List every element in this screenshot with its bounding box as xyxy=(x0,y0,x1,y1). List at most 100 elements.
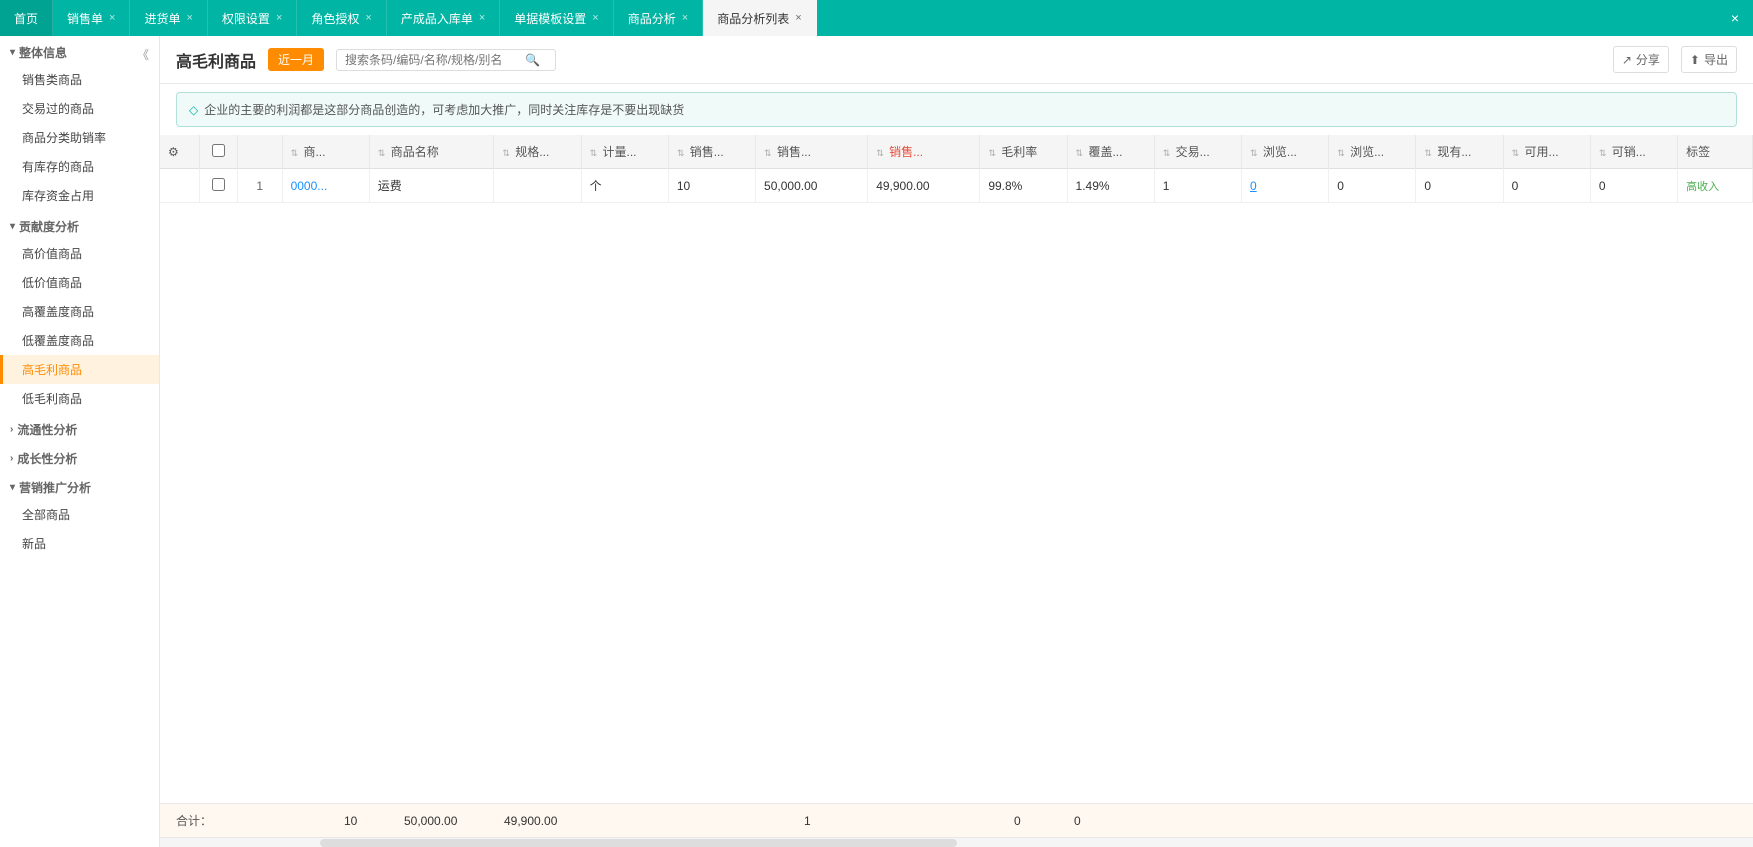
col-sales-amt[interactable]: ⇅ 销售... xyxy=(756,135,868,169)
sidebar-item-new-products[interactable]: 新品 xyxy=(0,529,159,558)
col-browse1[interactable]: ⇅ 浏览... xyxy=(1241,135,1328,169)
col-sales-amt2[interactable]: ⇅ 销售... xyxy=(868,135,980,169)
sidebar-item-low-value[interactable]: 低价值商品 xyxy=(0,268,159,297)
close-template-settings[interactable]: × xyxy=(592,12,598,24)
footer-sales-amt2: 49,900.00 xyxy=(496,814,596,828)
sidebar-item-high-margin[interactable]: 高毛利商品 xyxy=(0,355,159,384)
nav-purchase-order[interactable]: 进货单 × xyxy=(130,0,207,36)
export-icon: ⬆ xyxy=(1690,53,1700,67)
col-unit[interactable]: ⇅ 计量... xyxy=(581,135,668,169)
sort-arrows-browse1: ⇅ xyxy=(1250,148,1258,158)
col-tag[interactable]: 标签 xyxy=(1678,135,1753,169)
sidebar-item-low-coverage[interactable]: 低覆盖度商品 xyxy=(0,326,159,355)
sort-arrows-stock2: ⇅ xyxy=(1512,148,1520,158)
nav-template-settings[interactable]: 单据模板设置 × xyxy=(500,0,613,36)
content-header: 高毛利商品 近一月 🔍 ↗ 分享 ⬆ 导出 xyxy=(160,36,1753,84)
cell-sales-amt: 50,000.00 xyxy=(756,169,868,203)
col-stock1[interactable]: ⇅ 现有... xyxy=(1416,135,1503,169)
nav-product-analysis-list[interactable]: 商品分析列表 × xyxy=(703,0,816,36)
content-area: 高毛利商品 近一月 🔍 ↗ 分享 ⬆ 导出 ◇ 企业的主要的利润都是这部分商品创… xyxy=(160,36,1753,847)
info-icon: ◇ xyxy=(189,103,198,117)
table-footer: 合计： 10 50,000.00 49,900.00 1 0 0 xyxy=(160,803,1753,837)
search-icon[interactable]: 🔍 xyxy=(525,53,540,67)
sort-arrows-name: ⇅ xyxy=(378,148,386,158)
sidebar-item-low-margin[interactable]: 低毛利商品 xyxy=(0,384,159,413)
nav-roles[interactable]: 角色授权 × xyxy=(297,0,386,36)
col-spec[interactable]: ⇅ 规格... xyxy=(494,135,581,169)
cell-name: 运费 xyxy=(369,169,494,203)
info-banner: ◇ 企业的主要的利润都是这部分商品创造的，可考虑加大推广，同时关注库存是不要出现… xyxy=(176,92,1737,127)
col-gross-margin[interactable]: ⇅ 毛利率 xyxy=(980,135,1067,169)
nav-permissions[interactable]: 权限设置 × xyxy=(208,0,297,36)
product-table: ⚙ ⇅ 商... ⇅ 商品名称 xyxy=(160,135,1753,203)
col-browse2[interactable]: ⇅ 浏览... xyxy=(1329,135,1416,169)
col-stock3[interactable]: ⇅ 可销... xyxy=(1590,135,1677,169)
sidebar-item-all-products[interactable]: 全部商品 xyxy=(0,500,159,529)
sidebar-group-contribution[interactable]: ▾ 贡献度分析 xyxy=(0,210,159,239)
col-coverage[interactable]: ⇅ 覆盖... xyxy=(1067,135,1154,169)
cell-unit: 个 xyxy=(581,169,668,203)
sort-arrows-code: ⇅ xyxy=(291,148,299,158)
arrow-icon: ▾ xyxy=(10,47,15,58)
settings-icon[interactable]: ⚙ xyxy=(168,145,179,159)
nav-product-analysis[interactable]: 商品分析 × xyxy=(614,0,703,36)
window-close-button[interactable]: × xyxy=(1717,0,1753,36)
share-icon: ↗ xyxy=(1622,53,1632,67)
info-text: 企业的主要的利润都是这部分商品创造的，可考虑加大推广，同时关注库存是不要出现缺货 xyxy=(204,101,684,118)
filter-recent-month-button[interactable]: 近一月 xyxy=(268,48,324,71)
close-purchase-order[interactable]: × xyxy=(186,12,192,24)
sidebar-group-liquidity[interactable]: › 流通性分析 xyxy=(0,413,159,442)
cell-code[interactable]: 0000... xyxy=(282,169,369,203)
sidebar-item-traded-goods[interactable]: 交易过的商品 xyxy=(0,94,159,123)
cell-browse2: 0 xyxy=(1329,169,1416,203)
footer-stock2: 0 xyxy=(1066,814,1126,828)
bottom-scrollbar[interactable] xyxy=(160,837,1753,847)
select-all-checkbox[interactable] xyxy=(212,144,225,157)
footer-sales-amt: 50,000.00 xyxy=(396,814,496,828)
search-input[interactable] xyxy=(345,53,525,67)
col-settings[interactable]: ⚙ xyxy=(160,135,200,169)
sidebar-group-marketing[interactable]: ▾ 营销推广分析 xyxy=(0,471,159,500)
col-sales-qty[interactable]: ⇅ 销售... xyxy=(668,135,755,169)
sidebar-collapse-button[interactable]: 《 xyxy=(133,44,153,64)
sidebar-item-sales-goods[interactable]: 销售类商品 xyxy=(0,65,159,94)
sidebar-item-in-stock[interactable]: 有库存的商品 xyxy=(0,152,159,181)
close-sales-order[interactable]: × xyxy=(109,12,115,24)
export-button[interactable]: ⬆ 导出 xyxy=(1681,46,1737,73)
footer-stock1: 0 xyxy=(1006,814,1066,828)
sort-arrows-stock1: ⇅ xyxy=(1424,148,1432,158)
footer-sales-qty-val: 10 xyxy=(336,814,396,828)
data-table-container: ⚙ ⇅ 商... ⇅ 商品名称 xyxy=(160,135,1753,803)
arrow-icon-contribution: ▾ xyxy=(10,221,15,232)
sidebar-item-category-ratio[interactable]: 商品分类助销率 xyxy=(0,123,159,152)
cell-stock3: 0 xyxy=(1590,169,1677,203)
top-navigation: 首页 销售单 × 进货单 × 权限设置 × 角色授权 × 产成品入库单 × 单据… xyxy=(0,0,1753,36)
nav-sales-order[interactable]: 销售单 × xyxy=(53,0,130,36)
nav-product-receipt[interactable]: 产成品入库单 × xyxy=(387,0,500,36)
sidebar-item-stock-capital[interactable]: 库存资金占用 xyxy=(0,181,159,210)
close-product-receipt[interactable]: × xyxy=(479,12,485,24)
cell-settings xyxy=(160,169,200,203)
row-checkbox[interactable] xyxy=(212,178,225,191)
close-product-analysis[interactable]: × xyxy=(682,12,688,24)
close-roles[interactable]: × xyxy=(365,12,371,24)
col-code[interactable]: ⇅ 商... xyxy=(282,135,369,169)
share-button[interactable]: ↗ 分享 xyxy=(1613,46,1669,73)
close-permissions[interactable]: × xyxy=(276,12,282,24)
col-stock2[interactable]: ⇅ 可用... xyxy=(1503,135,1590,169)
sidebar-group-growth[interactable]: › 成长性分析 xyxy=(0,442,159,471)
col-trade[interactable]: ⇅ 交易... xyxy=(1154,135,1241,169)
close-product-analysis-list[interactable]: × xyxy=(795,12,801,24)
sidebar-item-high-coverage[interactable]: 高覆盖度商品 xyxy=(0,297,159,326)
sidebar-item-high-value[interactable]: 高价值商品 xyxy=(0,239,159,268)
nav-home[interactable]: 首页 xyxy=(0,0,53,36)
sort-arrows-sales-qty: ⇅ xyxy=(677,148,685,158)
cell-browse1[interactable]: 0 xyxy=(1241,169,1328,203)
col-name[interactable]: ⇅ 商品名称 xyxy=(369,135,494,169)
cell-checkbox[interactable] xyxy=(200,169,237,203)
sort-arrows-spec: ⇅ xyxy=(502,148,510,158)
scrollbar-thumb[interactable] xyxy=(320,839,957,847)
col-checkbox[interactable] xyxy=(200,135,237,169)
sort-arrows-stock3: ⇅ xyxy=(1599,148,1607,158)
cell-gross-margin: 99.8% xyxy=(980,169,1067,203)
